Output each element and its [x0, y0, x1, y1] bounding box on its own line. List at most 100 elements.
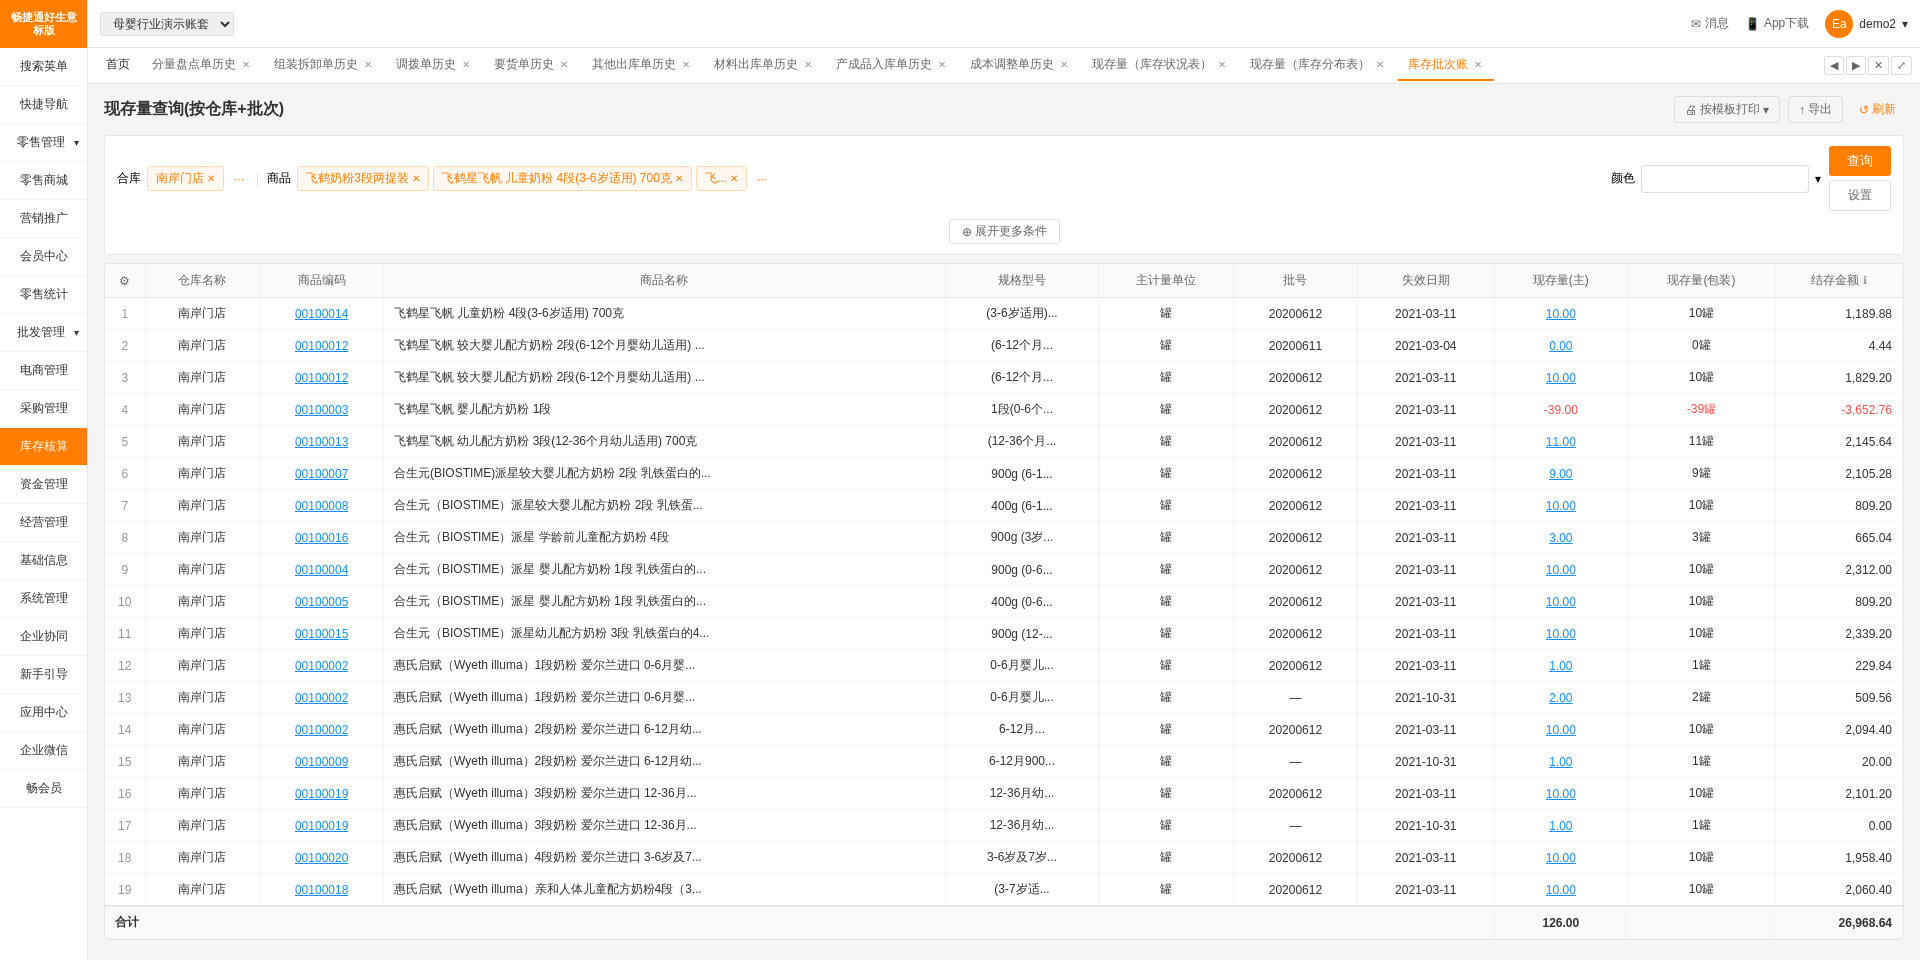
sidebar-item-operations[interactable]: 经营管理 — [0, 504, 87, 542]
row-qty-main[interactable]: 1.00 — [1494, 810, 1627, 842]
export-button[interactable]: ↑ 导出 — [1788, 96, 1843, 123]
tab-close-product_in[interactable]: ✕ — [936, 58, 948, 71]
sidebar-item-retail_shop[interactable]: 零售商城 — [0, 162, 87, 200]
sidebar-item-vip[interactable]: 畅会员 — [0, 770, 87, 808]
tab-close-other_out[interactable]: ✕ — [680, 58, 692, 71]
tab-unpack[interactable]: 组装拆卸单历史✕ — [264, 50, 384, 81]
amount-info-icon[interactable]: ℹ — [1863, 274, 1867, 286]
row-qty-main[interactable]: 9.00 — [1494, 458, 1627, 490]
tab-home[interactable]: 首页 — [96, 50, 140, 81]
sidebar-item-stats[interactable]: 零售统计 — [0, 276, 87, 314]
sidebar-item-system[interactable]: 系统管理 — [0, 580, 87, 618]
tab-inventory_status[interactable]: 现存量（库存状况表）✕ — [1082, 50, 1238, 81]
row-code[interactable]: 00100012 — [260, 330, 384, 362]
product-tag-2[interactable]: 飞...✕ — [696, 166, 747, 191]
row-qty-main[interactable]: 10.00 — [1494, 714, 1627, 746]
tab-maximize[interactable]: ⤢ — [1891, 56, 1912, 75]
tab-batch_ledger[interactable]: 库存批次账✕ — [1398, 50, 1494, 81]
tab-close-batch_ledger[interactable]: ✕ — [1472, 58, 1484, 71]
row-qty-main[interactable]: 3.00 — [1494, 522, 1627, 554]
row-qty-main[interactable]: 1.00 — [1494, 650, 1627, 682]
row-code[interactable]: 00100002 — [260, 714, 384, 746]
row-code[interactable]: 00100002 — [260, 650, 384, 682]
warehouse-tag[interactable]: 南岸门店 ✕ — [147, 166, 224, 191]
sidebar-item-wholesale[interactable]: 批发管理▾ — [0, 314, 87, 352]
refresh-button[interactable]: ↺ 刷新 — [1851, 97, 1904, 122]
row-qty-main[interactable]: 11.00 — [1494, 426, 1627, 458]
row-qty-main[interactable]: 10.00 — [1494, 586, 1627, 618]
row-code[interactable]: 00100016 — [260, 522, 384, 554]
warehouse-remove-icon[interactable]: ✕ — [207, 173, 215, 184]
row-code[interactable]: 00100015 — [260, 618, 384, 650]
row-qty-main[interactable]: 10.00 — [1494, 362, 1627, 394]
product-tag-0[interactable]: 飞鹤奶粉3段两提装✕ — [297, 166, 429, 191]
row-qty-main[interactable]: 10.00 — [1494, 298, 1627, 330]
color-input[interactable] — [1641, 165, 1809, 193]
tab-other_out[interactable]: 其他出库单历史✕ — [582, 50, 702, 81]
row-code[interactable]: 00100008 — [260, 490, 384, 522]
row-code[interactable]: 00100019 — [260, 778, 384, 810]
sidebar-item-corp[interactable]: 企业协同 — [0, 618, 87, 656]
user-menu[interactable]: Ea demo2 ▾ — [1825, 10, 1908, 38]
tab-close-transfer[interactable]: ✕ — [460, 58, 472, 71]
tab-close-distribute[interactable]: ✕ — [240, 58, 252, 71]
sidebar-item-basic[interactable]: 基础信息 — [0, 542, 87, 580]
tab-transfer[interactable]: 调拨单历史✕ — [386, 50, 482, 81]
app-download-button[interactable]: 📱 App下载 — [1745, 15, 1809, 32]
row-qty-main[interactable]: 10.00 — [1494, 778, 1627, 810]
row-code[interactable]: 00100012 — [260, 362, 384, 394]
product-more-button[interactable]: ··· — [753, 170, 771, 188]
sidebar-item-purchase[interactable]: 采购管理 — [0, 390, 87, 428]
account-selector[interactable]: 母婴行业演示账套 — [100, 12, 234, 36]
row-code[interactable]: 00100007 — [260, 458, 384, 490]
sidebar-item-inventory[interactable]: 库存核算 — [0, 428, 87, 466]
row-qty-main[interactable]: -39.00 — [1494, 394, 1627, 426]
message-button[interactable]: ✉ 消息 — [1691, 15, 1729, 32]
tab-cost_adjust[interactable]: 成本调整单历史✕ — [960, 50, 1080, 81]
sidebar-item-retail[interactable]: 零售管理▾ — [0, 124, 87, 162]
tab-close-current[interactable]: ✕ — [1868, 56, 1889, 75]
sidebar-item-appstore[interactable]: 应用中心 — [0, 694, 87, 732]
sidebar-item-shortcut[interactable]: 快捷导航 — [0, 86, 87, 124]
row-qty-main[interactable]: 10.00 — [1494, 842, 1627, 874]
tab-close-material_out[interactable]: ✕ — [802, 58, 814, 71]
row-code[interactable]: 00100003 — [260, 394, 384, 426]
row-qty-main[interactable]: 10.00 — [1494, 618, 1627, 650]
product-tag-1[interactable]: 飞鹤星飞帆 儿童奶粉 4段(3-6岁适用) 700克✕ — [433, 166, 692, 191]
product-tag-remove-2[interactable]: ✕ — [730, 173, 738, 184]
row-qty-main[interactable]: 10.00 — [1494, 554, 1627, 586]
sidebar-item-corpwx[interactable]: 企业微信 — [0, 732, 87, 770]
tab-material_out[interactable]: 材料出库单历史✕ — [704, 50, 824, 81]
row-qty-main[interactable]: 10.00 — [1494, 874, 1627, 907]
query-button[interactable]: 查询 — [1829, 146, 1891, 176]
row-code[interactable]: 00100018 — [260, 874, 384, 907]
row-code[interactable]: 00100019 — [260, 810, 384, 842]
settings-icon[interactable]: ⚙ — [119, 274, 130, 288]
row-code[interactable]: 00100014 — [260, 298, 384, 330]
template-print-button[interactable]: 🖨 按模板打印 ▾ — [1674, 96, 1780, 123]
sidebar-item-marketing[interactable]: 营销推广 — [0, 200, 87, 238]
row-code[interactable]: 00100004 — [260, 554, 384, 586]
tab-product_in[interactable]: 产成品入库单历史✕ — [826, 50, 958, 81]
tab-close-inventory_status[interactable]: ✕ — [1216, 58, 1228, 71]
tab-close-unpack[interactable]: ✕ — [362, 58, 374, 71]
product-tag-remove-1[interactable]: ✕ — [675, 173, 683, 184]
sidebar-item-finance[interactable]: 资金管理 — [0, 466, 87, 504]
product-tag-remove-0[interactable]: ✕ — [412, 173, 420, 184]
tab-demand[interactable]: 要货单历史✕ — [484, 50, 580, 81]
row-code[interactable]: 00100013 — [260, 426, 384, 458]
tab-close-inventory_dist[interactable]: ✕ — [1374, 58, 1386, 71]
setting-button[interactable]: 设置 — [1829, 180, 1891, 211]
row-qty-main[interactable]: 0.00 — [1494, 330, 1627, 362]
row-code[interactable]: 00100009 — [260, 746, 384, 778]
expand-button[interactable]: ⊕ 展开更多条件 — [949, 219, 1060, 244]
sidebar-item-newbie[interactable]: 新手引导 — [0, 656, 87, 694]
tab-inventory_dist[interactable]: 现存量（库存分布表）✕ — [1240, 50, 1396, 81]
row-qty-main[interactable]: 10.00 — [1494, 490, 1627, 522]
tab-scroll-right[interactable]: ▶ — [1846, 56, 1866, 75]
sidebar-item-member[interactable]: 会员中心 — [0, 238, 87, 276]
tab-scroll-left[interactable]: ◀ — [1824, 56, 1844, 75]
row-code[interactable]: 00100002 — [260, 682, 384, 714]
warehouse-more-button[interactable]: ··· — [230, 170, 248, 188]
sidebar-item-ecommerce[interactable]: 电商管理 — [0, 352, 87, 390]
